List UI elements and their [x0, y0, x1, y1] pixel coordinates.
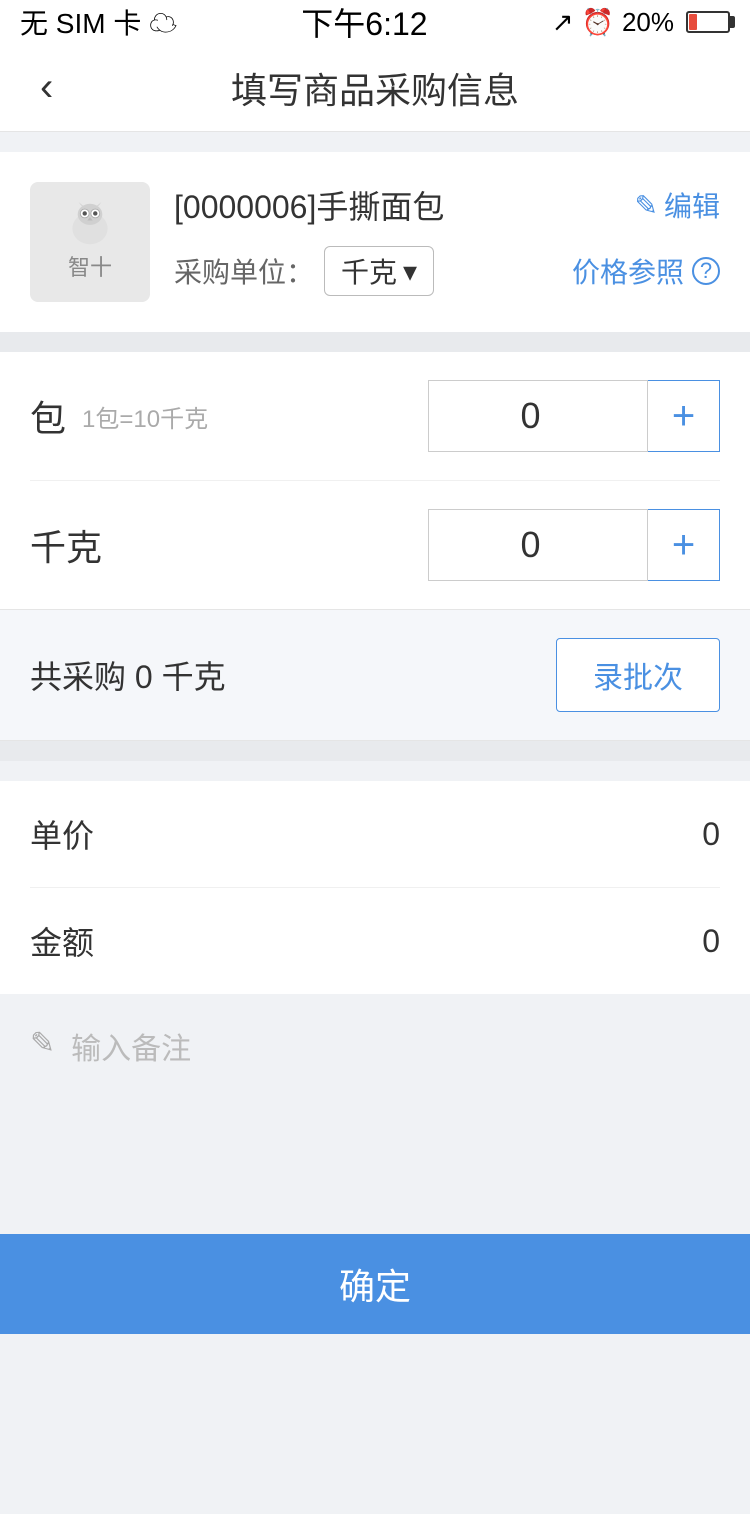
battery-fill [689, 14, 697, 30]
product-name: [0000006]手撕面包 [174, 182, 444, 228]
quantity-kg-plus[interactable]: + [648, 509, 720, 581]
quantity-section: 包 1包=10千克 + 千克 + [0, 352, 750, 609]
back-button[interactable]: ‹ [30, 55, 63, 120]
product-unit-row: 采购单位： 千克 ▾ 价格参照 ? [174, 246, 720, 296]
battery-percent: 20% [622, 7, 674, 38]
confirm-button[interactable]: 确定 [0, 1234, 750, 1334]
notes-placeholder: 输入备注 [71, 1024, 191, 1068]
status-left: 无 SIM 卡 ☁ [20, 2, 177, 42]
quantity-kg-input-group: + [428, 509, 720, 581]
pencil-icon: ✎ [30, 1026, 55, 1061]
status-bar: 无 SIM 卡 ☁ 下午6:12 ↗ ⏰ 20% [0, 0, 750, 44]
quantity-row-kg: 千克 + [30, 481, 720, 609]
quantity-bag-input[interactable] [428, 380, 648, 452]
summary-text: 共采购 0 千克 [30, 652, 226, 698]
nav-bar: ‹ 填写商品采购信息 [0, 44, 750, 132]
unit-select[interactable]: 千克 ▾ [324, 246, 434, 296]
amount-label: 金额 [30, 918, 94, 964]
unit-price-label: 单价 [30, 811, 94, 857]
battery-icon [686, 11, 730, 33]
product-header: [0000006]手撕面包 ✎ 编辑 [174, 182, 720, 228]
quantity-bag-label: 包 1包=10千克 [30, 390, 208, 442]
alarm-icon: ⏰ [582, 7, 614, 38]
edit-icon: ✎ [635, 189, 658, 222]
divider-2 [0, 741, 750, 761]
record-batch-button[interactable]: 录批次 [556, 638, 720, 712]
location-icon: ↗ [552, 7, 574, 38]
quantity-row-bag: 包 1包=10千克 + [30, 352, 720, 481]
quantity-bag-input-group: + [428, 380, 720, 452]
price-ref-label: 价格参照 [572, 251, 684, 291]
unit-text: 采购单位： [174, 251, 314, 291]
edit-label: 编辑 [664, 185, 720, 225]
product-info: [0000006]手撕面包 ✎ 编辑 采购单位： 千克 ▾ 价格参照 ? [174, 182, 720, 296]
unit-dropdown-arrow: ▾ [403, 255, 417, 288]
notes-section[interactable]: ✎ 输入备注 [0, 994, 750, 1114]
status-time: 下午6:12 [301, 0, 427, 45]
price-reference-button[interactable]: 价格参照 ? [572, 251, 720, 291]
status-right: ↗ ⏰ 20% [552, 7, 730, 38]
quantity-kg-label: 千克 [30, 519, 102, 571]
page-title: 填写商品采购信息 [231, 62, 519, 114]
product-card: 智十 [0000006]手撕面包 ✎ 编辑 采购单位： 千克 ▾ 价格参照 ? [0, 152, 750, 332]
amount-row: 金额 0 [30, 888, 720, 994]
quantity-kg-name: 千克 [30, 519, 102, 571]
unit-label: 采购单位： 千克 ▾ [174, 246, 434, 296]
quantity-bag-name: 包 [30, 390, 66, 442]
sim-status: 无 SIM 卡 ☁ [20, 2, 177, 42]
edit-button[interactable]: ✎ 编辑 [635, 185, 720, 225]
unit-price-row: 单价 0 [30, 781, 720, 888]
quantity-kg-input[interactable] [428, 509, 648, 581]
logo-text: 智十 [68, 250, 112, 282]
amount-value: 0 [702, 923, 720, 960]
price-section: 单价 0 金额 0 [0, 781, 750, 994]
quantity-bag-plus[interactable]: + [648, 380, 720, 452]
price-ref-help-icon: ? [692, 257, 720, 285]
divider-1 [0, 332, 750, 352]
unit-price-value: 0 [702, 816, 720, 853]
product-image: 智十 [30, 182, 150, 302]
quantity-bag-hint: 1包=10千克 [82, 399, 208, 434]
summary-row: 共采购 0 千克 录批次 [0, 609, 750, 741]
unit-value: 千克 [341, 251, 397, 291]
product-logo: 智十 [50, 202, 130, 282]
